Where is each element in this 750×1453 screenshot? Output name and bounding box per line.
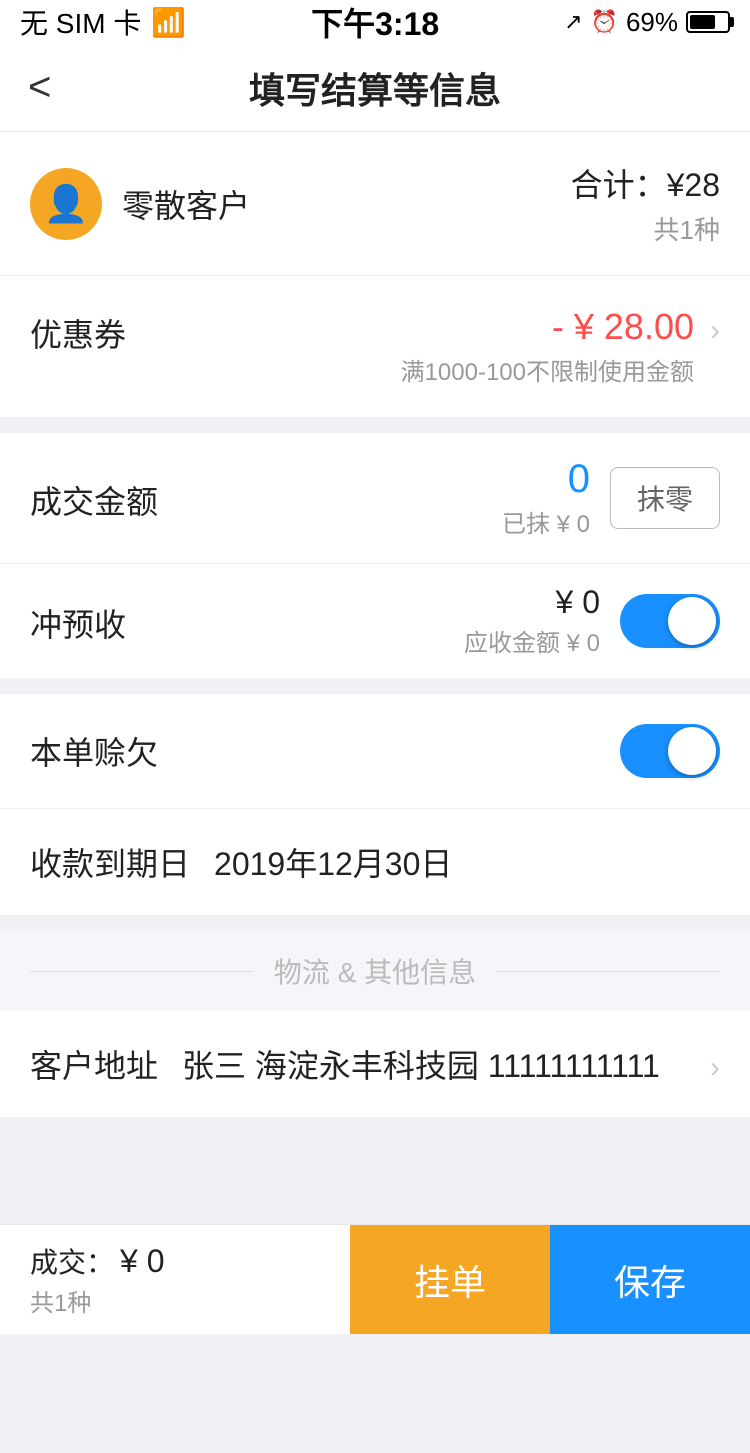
address-value: 张三 海淀永丰科技园 11111111111 xyxy=(182,1041,710,1087)
logistics-divider: 物流 & 其他信息 xyxy=(0,931,750,1011)
customer-section: 👤 零散客户 合计：¥28 共1种 优惠券 - ¥ 28.00 满1000-10… xyxy=(0,132,750,417)
alarm-icon: ⏰ xyxy=(591,9,618,35)
customer-right: 合计：¥28 共1种 xyxy=(571,160,720,247)
bottom-count: 共1种 xyxy=(30,1283,320,1318)
wifi-icon: 📶 xyxy=(151,6,186,39)
address-chevron-icon: › xyxy=(710,1051,720,1085)
customer-avatar: 👤 xyxy=(30,168,102,240)
bottom-deal-amount: ¥ 0 xyxy=(120,1243,164,1280)
chevron-right-icon: › xyxy=(710,314,720,348)
address-row[interactable]: 客户地址 张三 海淀永丰科技园 11111111111 › xyxy=(0,1011,750,1117)
back-button[interactable]: < xyxy=(28,65,51,110)
bottom-left: 成交： ¥ 0 共1种 xyxy=(0,1241,350,1318)
total-count: 共1种 xyxy=(571,210,720,247)
nav-bar: < 填写结算等信息 xyxy=(0,44,750,132)
location-icon: ↗ xyxy=(564,9,582,35)
coupon-row[interactable]: 优惠券 - ¥ 28.00 满1000-100不限制使用金额 › xyxy=(0,275,750,417)
prepay-label: 冲预收 xyxy=(30,600,126,646)
transaction-section: 成交金额 0 已抹 ¥ 0 抹零 冲预收 ¥ 0 应收金额 ¥ 0 xyxy=(0,433,750,678)
due-date-row: 收款到期日 2019年12月30日 xyxy=(0,808,750,915)
due-date-value: 2019年12月30日 xyxy=(214,839,452,885)
hold-button[interactable]: 挂单 xyxy=(350,1225,550,1334)
transaction-label: 成交金额 xyxy=(30,477,158,523)
coupon-amount: - ¥ 28.00 xyxy=(401,306,694,348)
logistics-label: 物流 & 其他信息 xyxy=(254,957,496,988)
page-title: 填写结算等信息 xyxy=(249,62,501,114)
bottom-deal-label: 成交： xyxy=(30,1241,114,1281)
status-time: 下午3:18 xyxy=(311,0,439,45)
prepay-value-block: ¥ 0 应收金额 ¥ 0 xyxy=(464,584,600,658)
address-label: 客户地址 xyxy=(30,1041,158,1087)
total-amount: 合计：¥28 xyxy=(571,160,720,206)
status-left: 无 SIM 卡 📶 xyxy=(20,2,186,42)
transaction-row: 成交金额 0 已抹 ¥ 0 抹零 xyxy=(0,433,750,563)
prepay-row: 冲预收 ¥ 0 应收金额 ¥ 0 xyxy=(0,563,750,678)
debt-label: 本单赊欠 xyxy=(30,728,158,774)
transaction-right: 0 已抹 ¥ 0 抹零 xyxy=(502,457,720,539)
prepay-amount: ¥ 0 xyxy=(464,584,600,621)
prepay-right: ¥ 0 应收金额 ¥ 0 xyxy=(464,584,720,658)
save-button[interactable]: 保存 xyxy=(550,1225,750,1334)
bottom-btn-group: 挂单 保存 xyxy=(350,1225,750,1334)
coupon-right: - ¥ 28.00 满1000-100不限制使用金额 › xyxy=(401,306,720,387)
address-section: 客户地址 张三 海淀永丰科技园 11111111111 › xyxy=(0,1011,750,1117)
transaction-sub: 已抹 ¥ 0 xyxy=(502,504,590,539)
coupon-desc: 满1000-100不限制使用金额 xyxy=(401,352,694,387)
bottom-bar: 成交： ¥ 0 共1种 挂单 保存 xyxy=(0,1224,750,1334)
debt-row: 本单赊欠 xyxy=(0,694,750,808)
carrier-text: 无 SIM 卡 xyxy=(20,2,141,42)
transaction-amount-block: 0 已抹 ¥ 0 xyxy=(502,457,590,539)
status-right: ↗ ⏰ 69% xyxy=(564,7,730,38)
coupon-label: 优惠券 xyxy=(30,310,126,356)
debt-section: 本单赊欠 收款到期日 2019年12月30日 xyxy=(0,694,750,915)
round-zero-button[interactable]: 抹零 xyxy=(610,467,720,529)
battery-icon xyxy=(686,11,730,33)
customer-left: 👤 零散客户 xyxy=(30,168,250,240)
debt-toggle[interactable] xyxy=(620,724,720,778)
coupon-value-block: - ¥ 28.00 满1000-100不限制使用金额 xyxy=(401,306,694,387)
toggle-knob xyxy=(668,597,716,645)
debt-toggle-knob xyxy=(668,727,716,775)
prepay-toggle[interactable] xyxy=(620,594,720,648)
battery-text: 69% xyxy=(626,7,678,38)
customer-row: 👤 零散客户 合计：¥28 共1种 xyxy=(0,132,750,275)
customer-name: 零散客户 xyxy=(122,181,250,227)
status-bar: 无 SIM 卡 📶 下午3:18 ↗ ⏰ 69% xyxy=(0,0,750,44)
prepay-sub: 应收金额 ¥ 0 xyxy=(464,623,600,658)
transaction-value: 0 xyxy=(502,457,590,502)
due-date-label: 收款到期日 xyxy=(30,839,190,885)
